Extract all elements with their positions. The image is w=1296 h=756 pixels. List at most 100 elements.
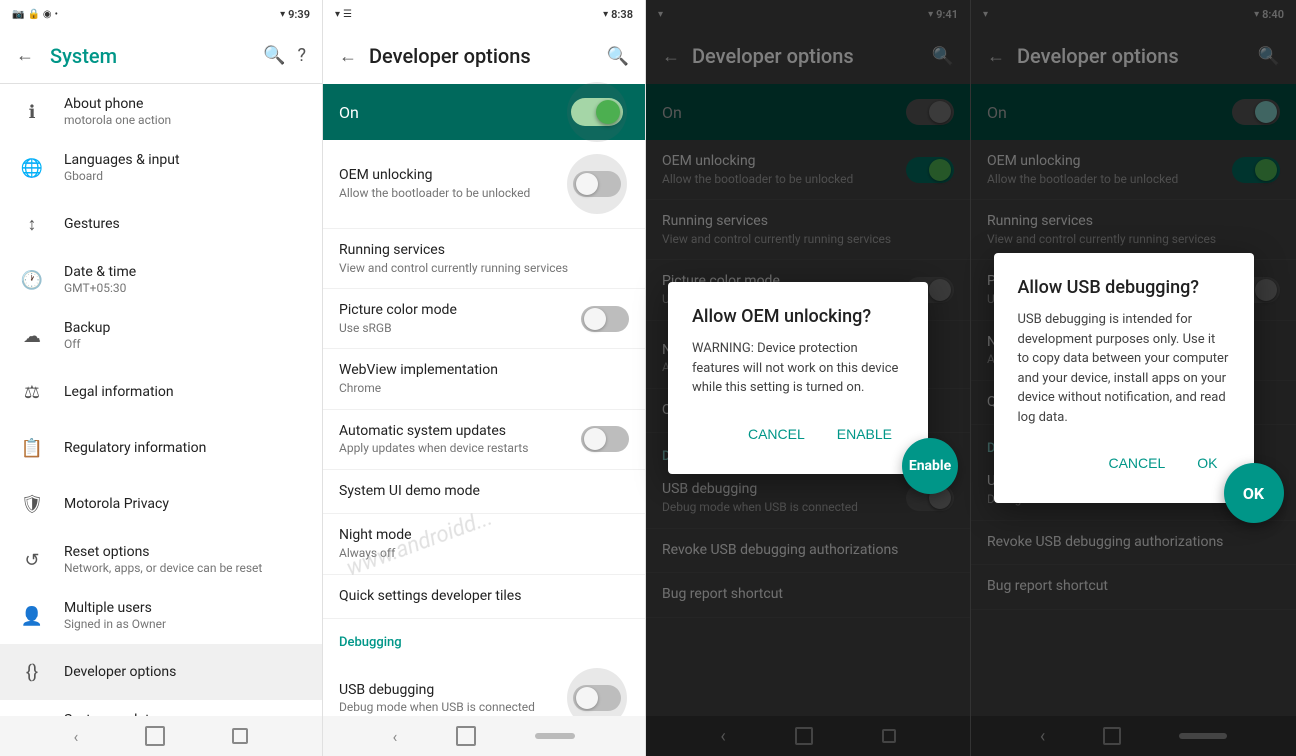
panel1-title: System <box>50 44 117 68</box>
dev-item-auto-updates[interactable]: Automatic system updates Apply updates w… <box>323 410 645 470</box>
nav-bar-1: ‹ <box>0 716 322 756</box>
developer-title: Developer options <box>64 663 176 681</box>
night-mode-sub: Always off <box>339 546 412 562</box>
wifi-signal-2: ▾ <box>603 9 608 20</box>
gestures-icon: ↕ <box>16 208 48 240</box>
picture-color-sub: Use sRGB <box>339 321 457 337</box>
status-bar-1: 📷 🔒 ◉ • ▾ 9:39 <box>0 0 322 28</box>
reset-sub: Network, apps, or device can be reset <box>64 561 262 577</box>
dev-item-running-services[interactable]: Running services View and control curren… <box>323 229 645 289</box>
wifi-icon-2: ▾ <box>335 9 340 20</box>
webview-sub: Chrome <box>339 381 498 397</box>
back-nav-2[interactable]: ‹ <box>393 727 398 746</box>
status-icons-left-1: 📷 🔒 ◉ • <box>12 9 58 20</box>
search-icon-2[interactable]: 🔍 <box>607 46 629 67</box>
dev-item-usb-debug[interactable]: USB debugging Debug mode when USB is con… <box>323 654 645 716</box>
languages-sub: Gboard <box>64 169 180 185</box>
sidebar-item-legal[interactable]: ⚖ Legal information <box>0 364 322 420</box>
recent-nav-1[interactable] <box>232 728 248 744</box>
about-title: About phone <box>64 95 171 113</box>
panel-developer-options-oem-dialog: ▾ ▾ 9:41 ← Developer options 🔍 On OEM un… <box>646 0 971 756</box>
auto-updates-title: Automatic system updates <box>339 422 528 442</box>
status-time-1: 9:39 <box>288 8 310 21</box>
usb-dialog: Allow USB debugging? USB debugging is in… <box>994 253 1254 503</box>
sidebar-item-datetime[interactable]: 🕐 Date & time GMT+05:30 <box>0 252 322 308</box>
nav-bar-2: ‹ <box>323 716 645 756</box>
status-icons-right-2: ▾ 8:38 <box>603 8 633 21</box>
usb-debug-sub: Debug mode when USB is connected <box>339 700 535 716</box>
panel2-list: OEM unlocking Allow the bootloader to be… <box>323 140 645 716</box>
status-bar-2: ▾ ☰ ▾ 8:38 <box>323 0 645 28</box>
sidebar-item-developer[interactable]: {} Developer options <box>0 644 322 700</box>
reset-icon: ↺ <box>16 544 48 576</box>
about-sub: motorola one action <box>64 113 171 129</box>
home-nav-1[interactable] <box>145 726 165 746</box>
dev-item-night-mode[interactable]: Night mode Always off <box>323 514 645 574</box>
languages-title: Languages & input <box>64 151 180 169</box>
dev-item-oem[interactable]: OEM unlocking Allow the bootloader to be… <box>323 140 645 229</box>
panel1-header: ← System 🔍 ? <box>0 28 322 84</box>
status-icons-right-1: ▾ 9:39 <box>280 8 310 21</box>
night-mode-title: Night mode <box>339 526 412 546</box>
sidebar-item-privacy[interactable]: 🛡 Motorola Privacy <box>0 476 322 532</box>
sidebar-item-languages[interactable]: 🌐 Languages & input Gboard <box>0 140 322 196</box>
reset-title: Reset options <box>64 543 262 561</box>
oem-enable-circle: Enable <box>902 438 958 494</box>
sidebar-item-regulatory[interactable]: 📋 Regulatory information <box>0 420 322 476</box>
sidebar-item-about[interactable]: ℹ About phone motorola one action <box>0 84 322 140</box>
usb-dialog-title: Allow USB debugging? <box>1018 277 1230 298</box>
dev-item-ui-demo[interactable]: System UI demo mode <box>323 470 645 515</box>
oem-toggle-wrapper <box>565 152 629 216</box>
developer-icon: {} <box>16 656 48 688</box>
debugging-section-label: Debugging <box>323 619 645 654</box>
oem-toggle[interactable] <box>573 171 621 197</box>
panel2-title: Developer options <box>369 44 531 68</box>
oem-title: OEM unlocking <box>339 166 530 186</box>
notification-icon-2: ☰ <box>343 9 352 20</box>
sidebar-item-users[interactable]: 👤 Multiple users Signed in as Owner <box>0 588 322 644</box>
status-icons-left-2: ▾ ☰ <box>335 9 352 20</box>
usb-ok-circle: OK <box>1224 463 1284 523</box>
radio-icon: ◉ <box>43 9 52 20</box>
picture-color-toggle[interactable] <box>581 306 629 332</box>
help-icon-1[interactable]: ? <box>297 45 306 66</box>
datetime-icon: 🕐 <box>16 264 48 296</box>
usb-dialog-cancel[interactable]: Cancel <box>1096 447 1177 479</box>
dot-icon: • <box>55 9 58 20</box>
oem-sub: Allow the bootloader to be unlocked <box>339 186 530 202</box>
panel-system-settings: 📷 🔒 ◉ • ▾ 9:39 ← System 🔍 ? ℹ About phon… <box>0 0 323 756</box>
oem-enable-circle-btn[interactable]: Enable <box>902 438 958 494</box>
oem-dialog-enable[interactable]: Enable <box>825 418 904 450</box>
search-icon-1[interactable]: 🔍 <box>263 45 285 66</box>
oem-dialog-cancel[interactable]: Cancel <box>736 418 817 450</box>
auto-updates-sub: Apply updates when device restarts <box>339 441 528 457</box>
home-nav-2[interactable] <box>456 726 476 746</box>
usb-dialog-overlay: Allow USB debugging? USB debugging is in… <box>971 0 1296 756</box>
developer-on-toggle[interactable] <box>571 98 623 126</box>
usb-toggle[interactable] <box>573 685 621 711</box>
panel2-header: ← Developer options 🔍 <box>323 28 645 84</box>
oem-dialog: Allow OEM unlocking? WARNING: Device pro… <box>668 282 928 474</box>
back-nav-1[interactable]: ‹ <box>74 727 79 746</box>
sidebar-item-gestures[interactable]: ↕ Gestures <box>0 196 322 252</box>
backup-title: Backup <box>64 319 110 337</box>
sidebar-item-backup[interactable]: ☁ Backup Off <box>0 308 322 364</box>
datetime-sub: GMT+05:30 <box>64 281 136 297</box>
auto-updates-toggle[interactable] <box>581 426 629 452</box>
sidebar-item-system-updates[interactable]: 📱 System updates Updated to Android 9 <box>0 700 322 716</box>
datetime-title: Date & time <box>64 263 136 281</box>
recent-nav-2[interactable] <box>535 733 575 739</box>
sidebar-item-reset[interactable]: ↺ Reset options Network, apps, or device… <box>0 532 322 588</box>
languages-icon: 🌐 <box>16 152 48 184</box>
dev-item-picture-color[interactable]: Picture color mode Use sRGB <box>323 289 645 349</box>
back-icon-1[interactable]: ← <box>16 45 34 66</box>
camera-icon: 📷 <box>12 9 24 20</box>
dev-item-quick-settings[interactable]: Quick settings developer tiles <box>323 575 645 620</box>
regulatory-title: Regulatory information <box>64 439 206 457</box>
dev-item-webview[interactable]: WebView implementation Chrome <box>323 349 645 409</box>
usb-toggle-wrapper <box>565 666 629 716</box>
users-title: Multiple users <box>64 599 166 617</box>
privacy-title: Motorola Privacy <box>64 495 169 513</box>
usb-ok-circle-btn[interactable]: OK <box>1224 463 1284 523</box>
back-icon-2[interactable]: ← <box>339 46 357 67</box>
